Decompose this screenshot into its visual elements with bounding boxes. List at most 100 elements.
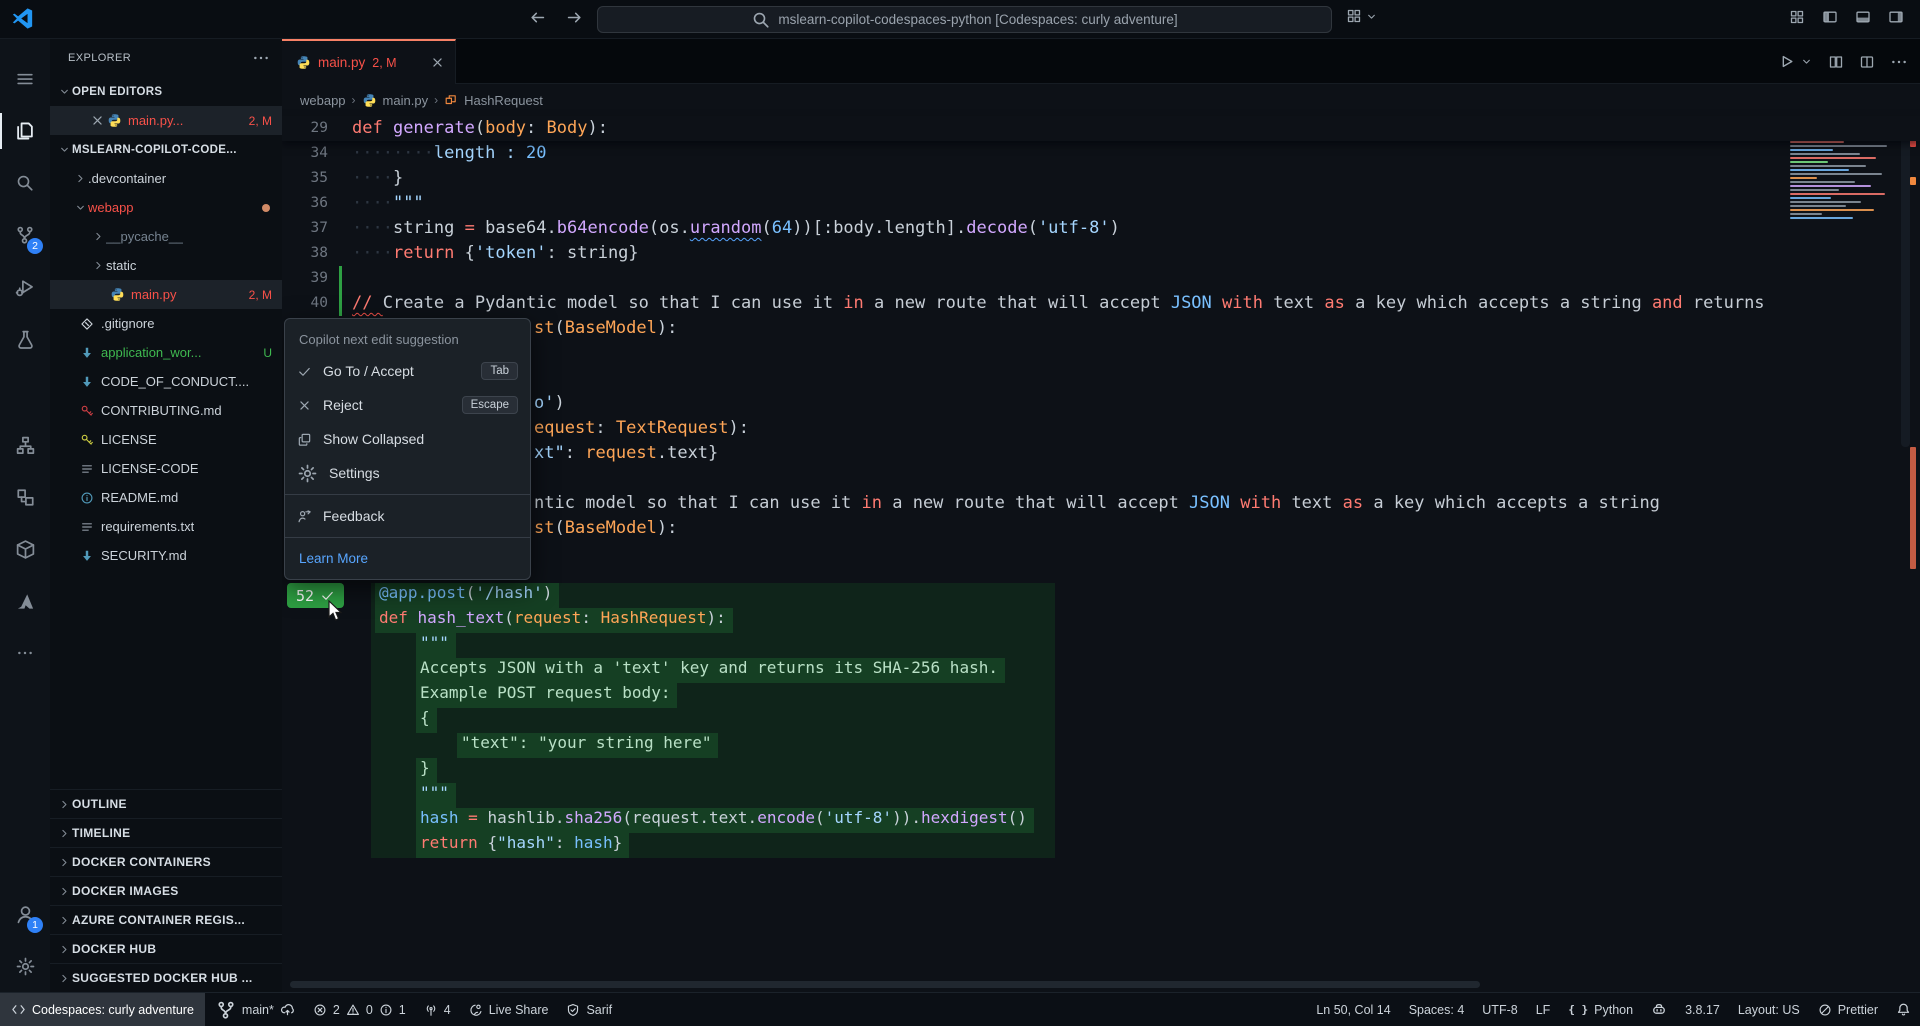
status-remote[interactable]: Codespaces: curly adventure — [0, 993, 205, 1026]
status-cursor-position[interactable]: Ln 50, Col 14 — [1307, 993, 1399, 1026]
command-center-search[interactable]: mslearn-copilot-codespaces-python [Codes… — [597, 6, 1332, 33]
sidebar-title: EXPLORER — [50, 39, 282, 77]
editor-more-icon[interactable] — [1890, 53, 1908, 71]
file-item-webapp[interactable]: webapp — [50, 193, 282, 222]
run-dropdown-chevron-icon[interactable] — [1800, 55, 1813, 68]
activity-remote-explorer-icon[interactable] — [0, 419, 50, 471]
close-icon — [297, 398, 312, 413]
section-docker-hub[interactable]: DOCKER HUB — [50, 934, 282, 963]
toggle-secondary-sidebar-icon[interactable] — [1888, 9, 1904, 25]
suggested-code-line: } — [371, 758, 1055, 783]
run-python-file-icon[interactable] — [1778, 53, 1795, 70]
explorer-more-icon[interactable] — [252, 49, 270, 67]
horizontal-scrollbar[interactable] — [290, 981, 1480, 988]
breadcrumb-symbol[interactable]: HashRequest — [464, 93, 543, 108]
tab-modified-badge: 2, M — [372, 55, 397, 70]
editor-area: main.py 2, M webapp › main.py › HashRequ… — [282, 39, 1920, 992]
minimap-line — [1790, 201, 1862, 203]
activity-azure-icon[interactable] — [0, 575, 50, 627]
breadcrumb-file[interactable]: main.py — [383, 93, 429, 108]
menu-item-feedback[interactable]: Feedback — [285, 499, 530, 533]
file-item-readme-md[interactable]: README.md — [50, 483, 282, 512]
activity-explorer-icon[interactable] — [0, 105, 50, 157]
file-item-security-md[interactable]: SECURITY.md — [50, 541, 282, 570]
search-value: mslearn-copilot-codespaces-python [Codes… — [778, 12, 1178, 27]
activity-source-control-icon[interactable]: 2 — [0, 209, 50, 261]
activity-run-debug-icon[interactable] — [0, 261, 50, 313]
menu-header: Copilot next edit suggestion — [299, 332, 459, 347]
status-python-version[interactable]: 3.8.17 — [1676, 993, 1729, 1026]
minimap-line — [1790, 161, 1828, 163]
status-notifications[interactable] — [1887, 993, 1920, 1026]
status-sarif[interactable]: Sarif — [557, 993, 621, 1026]
status-live-share[interactable]: Live Share — [460, 993, 558, 1026]
section-azure-container-regis-[interactable]: AZURE CONTAINER REGIS... — [50, 905, 282, 934]
file-item-license[interactable]: LICENSE — [50, 425, 282, 454]
activity-more-icon[interactable] — [0, 627, 50, 679]
menu-learn-more-link[interactable]: Learn More — [285, 542, 530, 575]
status-ports[interactable]: 4 — [415, 993, 460, 1026]
status-branch[interactable]: main* — [207, 993, 304, 1026]
activity-search-icon[interactable] — [0, 157, 50, 209]
status-indentation[interactable]: Spaces: 4 — [1400, 993, 1474, 1026]
toggle-sidebar-icon[interactable] — [1822, 9, 1838, 25]
status-encoding[interactable]: UTF-8 — [1473, 993, 1526, 1026]
braces-icon: { } — [1568, 1003, 1589, 1016]
status-label: 1 — [398, 1002, 406, 1017]
forward-icon[interactable] — [565, 8, 584, 27]
breadcrumb[interactable]: webapp › main.py › HashRequest — [282, 84, 1920, 116]
toggle-layout-icon[interactable] — [1859, 54, 1875, 70]
activity-badge: 1 — [27, 917, 43, 933]
activity-account-icon[interactable]: 1 — [0, 888, 50, 940]
keyyellow-file-icon — [78, 433, 96, 447]
file-item-application-wor-[interactable]: application_wor... U — [50, 338, 282, 367]
file-item-main-py[interactable]: main.py 2, M — [50, 280, 282, 309]
code-line-35: 35 ····} — [310, 168, 404, 188]
back-icon[interactable] — [528, 8, 547, 27]
activity-test-beaker-icon[interactable] — [0, 313, 50, 365]
layout-control[interactable] — [1346, 8, 1378, 24]
status-keyboard-layout[interactable]: Layout: US — [1729, 993, 1809, 1026]
section-outline[interactable]: OUTLINE — [50, 789, 282, 818]
open-editor-item[interactable]: main.py... 2, M — [50, 106, 282, 135]
section-docker-images[interactable]: DOCKER IMAGES — [50, 876, 282, 905]
customize-layout-icon[interactable] — [1789, 9, 1805, 25]
breadcrumb-folder[interactable]: webapp — [300, 93, 346, 108]
menu-item-settings[interactable]: Settings — [285, 456, 530, 490]
section-open-editors[interactable]: OPEN EDITORS — [50, 77, 282, 106]
file-item-static[interactable]: static — [50, 251, 282, 280]
activity-settings-gear-icon[interactable] — [0, 940, 50, 992]
section-docker-containers[interactable]: DOCKER CONTAINERS — [50, 847, 282, 876]
split-editor-icon[interactable] — [1828, 54, 1844, 70]
file-item-license-code[interactable]: LICENSE-CODE — [50, 454, 282, 483]
suggested-code-line: Example POST request body: — [371, 683, 1055, 708]
file-item-contributing-md[interactable]: CONTRIBUTING.md — [50, 396, 282, 425]
status-eol[interactable]: LF — [1527, 993, 1560, 1026]
close-editor-icon[interactable] — [90, 113, 105, 128]
activity-docker-icon[interactable] — [0, 523, 50, 575]
activity-containers-icon[interactable] — [0, 471, 50, 523]
section-label: MSLEARN-COPILOT-CODE... — [72, 143, 237, 156]
file-item-requirements-txt[interactable]: requirements.txt — [50, 512, 282, 541]
menu-item-go-to-accept[interactable]: Go To / Accept Tab — [285, 354, 530, 388]
menu-item-show-collapsed[interactable]: Show Collapsed — [285, 422, 530, 456]
toggle-panel-icon[interactable] — [1855, 9, 1871, 25]
menu-item-reject[interactable]: Reject Escape — [285, 388, 530, 422]
status-language[interactable]: { } Python — [1559, 993, 1642, 1026]
tab-main-py[interactable]: main.py 2, M — [282, 39, 456, 84]
file-item--pycache-[interactable]: __pycache__ — [50, 222, 282, 251]
activity-menu-icon[interactable] — [0, 53, 50, 105]
suggested-code-line: "text": "your string here" — [371, 733, 1055, 758]
status-copilot[interactable] — [1642, 993, 1676, 1026]
section-workspace[interactable]: MSLEARN-COPILOT-CODE... — [50, 135, 282, 164]
file-item--gitignore[interactable]: .gitignore — [50, 309, 282, 338]
status-prettier[interactable]: Prettier — [1809, 993, 1887, 1026]
section-timeline[interactable]: TIMELINE — [50, 818, 282, 847]
status-problems[interactable]: 2 0 1 — [304, 993, 415, 1026]
tab-close-icon[interactable] — [430, 55, 445, 70]
section-suggested-docker-hub-[interactable]: SUGGESTED DOCKER HUB ... — [50, 963, 282, 992]
list-file-icon — [78, 520, 96, 534]
file-item--devcontainer[interactable]: .devcontainer — [50, 164, 282, 193]
file-item-code-of-conduct-[interactable]: CODE_OF_CONDUCT.... — [50, 367, 282, 396]
vertical-scrollbar[interactable] — [1901, 117, 1910, 447]
